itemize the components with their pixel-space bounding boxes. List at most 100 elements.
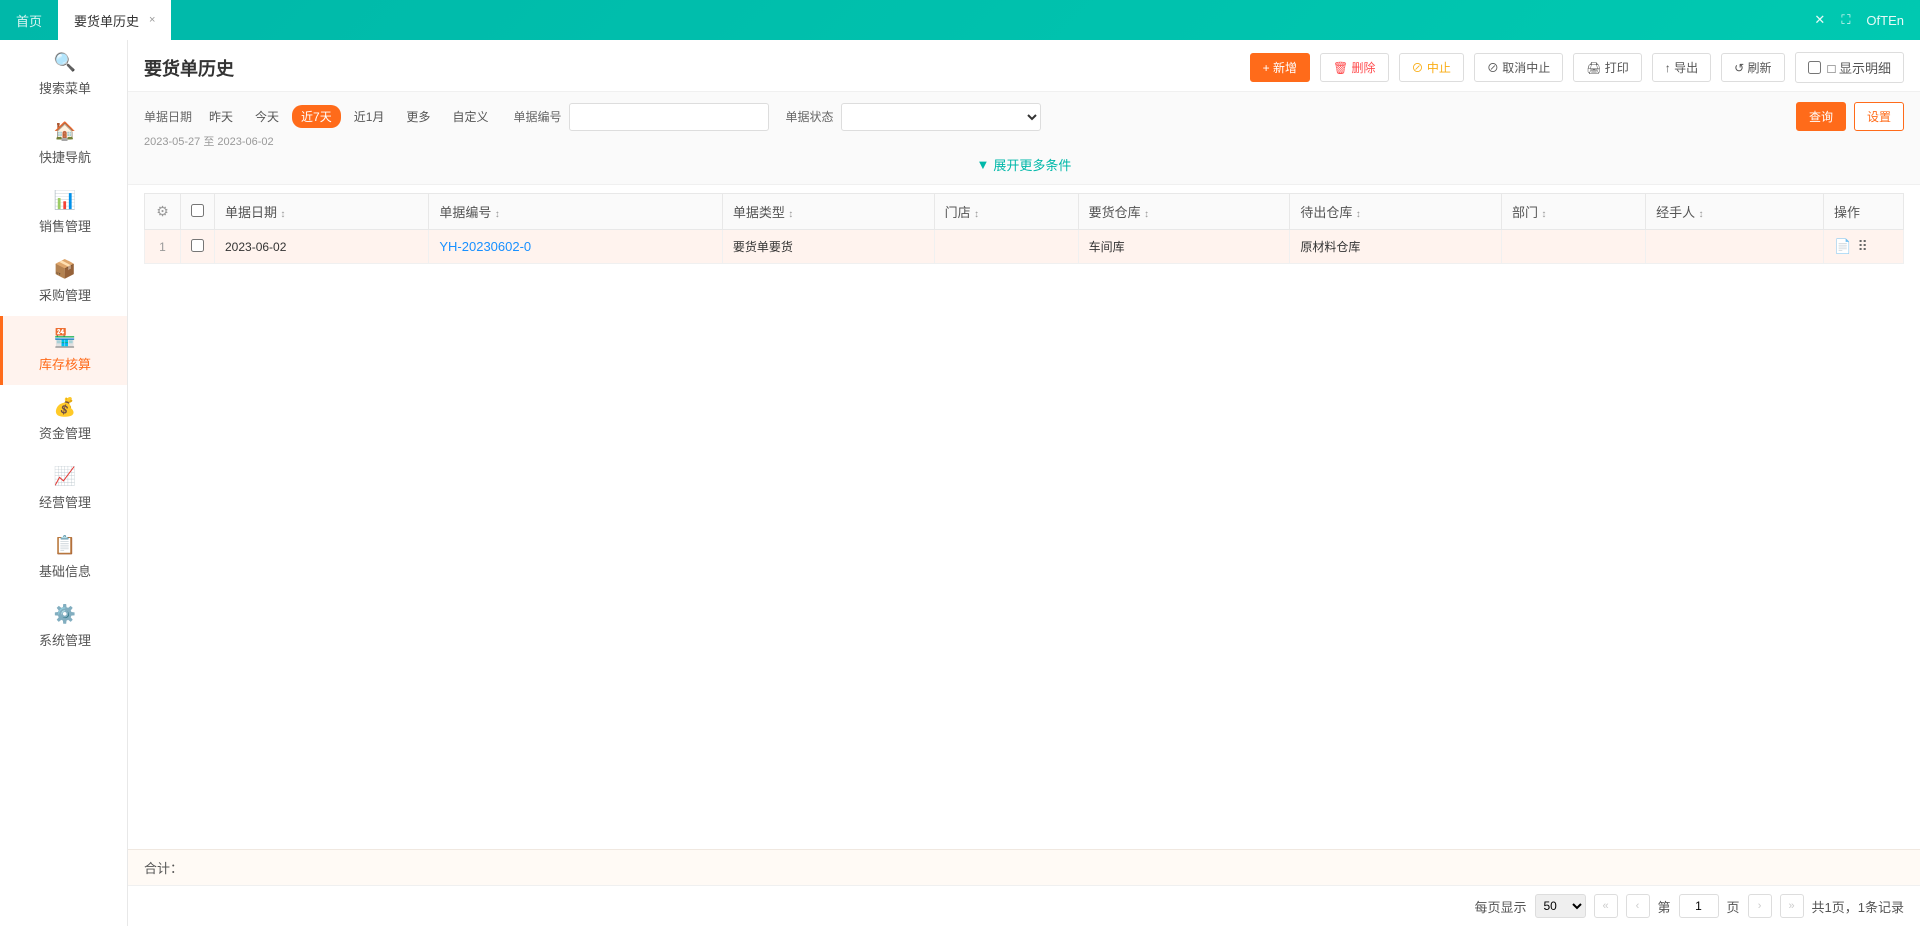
print-button[interactable]: 🖨 打印: [1573, 53, 1642, 82]
sidebar-label-finance: 资金管理: [39, 423, 91, 442]
home-icon: 🏠: [54, 121, 76, 142]
row-actions: 📄 ⠿: [1834, 238, 1893, 255]
row-checkbox[interactable]: [191, 239, 204, 252]
docno-filter-label: 单据编号: [513, 108, 561, 125]
th-doc-type[interactable]: 单据类型: [722, 194, 934, 230]
content-area: 要货单历史 + 新增 🗑 删除 ⊘ 中止 ⊘ 取消中止 🖨 打印 ↑ 导出 ↺ …: [128, 40, 1920, 926]
th-checkbox: [181, 194, 215, 230]
page-label: 第: [1658, 897, 1671, 916]
first-page-button[interactable]: «: [1594, 894, 1618, 918]
cancel-stop-button[interactable]: ⊘ 取消中止: [1474, 53, 1563, 82]
row-edit-icon[interactable]: 📄: [1834, 238, 1851, 255]
sales-icon: 📊: [54, 190, 76, 211]
date-filter-group: 单据日期 昨天 今天 近7天 近1月 更多 自定义: [144, 105, 497, 128]
export-button[interactable]: ↑ 导出: [1652, 53, 1711, 82]
sidebar-item-purchase[interactable]: 📦 采购管理: [0, 247, 127, 316]
show-detail-checkbox[interactable]: [1808, 61, 1821, 74]
sidebar-item-sales[interactable]: 📊 销售管理: [0, 178, 127, 247]
page-number-input[interactable]: [1679, 894, 1719, 918]
docno-input[interactable]: [569, 103, 769, 131]
filter-area: 单据日期 昨天 今天 近7天 近1月 更多 自定义 单据编号: [128, 92, 1920, 185]
page-size-label: 每页显示: [1474, 897, 1526, 916]
row-doc-type: 要货单要货: [722, 230, 934, 264]
column-settings-icon[interactable]: ⚙: [156, 203, 169, 219]
date-btn-custom[interactable]: 自定义: [443, 105, 497, 128]
sidebar-label-basicinfo: 基础信息: [39, 561, 91, 580]
row-pending-warehouse: 原材料仓库: [1290, 230, 1502, 264]
tab-close-icon[interactable]: ×: [149, 14, 155, 26]
row-doc-no[interactable]: YH-20230602-0: [429, 230, 723, 264]
main-layout: 🔍 搜索菜单 🏠 快捷导航 📊 销售管理 📦 采购管理 🏪 库存核算 💰 资金管…: [0, 40, 1920, 926]
tab-home[interactable]: 首页: [0, 0, 58, 40]
date-btn-yesterday[interactable]: 昨天: [200, 105, 242, 128]
page-title: 要货单历史: [144, 55, 234, 81]
tab-requisition-history[interactable]: 要货单历史 ×: [58, 0, 171, 40]
prev-page-button[interactable]: ‹: [1626, 894, 1650, 918]
refresh-button[interactable]: ↺ 刷新: [1721, 53, 1784, 82]
status-filter-group: 单据状态: [785, 103, 1041, 131]
sidebar-item-operations[interactable]: 📈 经营管理: [0, 454, 127, 523]
new-button[interactable]: + 新增: [1250, 53, 1310, 82]
table-footer: 合计：: [128, 849, 1920, 885]
delete-button[interactable]: 🗑 删除: [1320, 53, 1389, 82]
select-all-checkbox[interactable]: [191, 204, 204, 217]
th-req-warehouse[interactable]: 要货仓库: [1078, 194, 1290, 230]
status-select[interactable]: [841, 103, 1041, 131]
toolbar: + 新增 🗑 删除 ⊘ 中止 ⊘ 取消中止 🖨 打印 ↑ 导出 ↺ 刷新 □ 显…: [1250, 52, 1904, 83]
th-doc-no[interactable]: 单据编号: [429, 194, 723, 230]
top-right-icons: ✕ ⛶ OfTEn: [1814, 12, 1920, 28]
date-btn-more[interactable]: 更多: [397, 105, 439, 128]
page-header: 要货单历史 + 新增 🗑 删除 ⊘ 中止 ⊘ 取消中止 🖨 打印 ↑ 导出 ↺ …: [128, 40, 1920, 92]
row-checkbox-cell: [181, 230, 215, 264]
search-icon: 🔍: [54, 52, 76, 73]
th-settings[interactable]: ⚙: [145, 194, 181, 230]
table-area: ⚙ 单据日期 单据编号 单据类型: [128, 185, 1920, 849]
date-range-display: 2023-05-27 至 2023-06-02: [144, 133, 1904, 149]
th-date[interactable]: 单据日期: [215, 194, 429, 230]
tab-requisition-label: 要货单历史: [74, 11, 139, 30]
show-detail-button[interactable]: □ 显示明细: [1795, 52, 1904, 83]
docno-filter-group: 单据编号: [513, 103, 769, 131]
th-pending-warehouse[interactable]: 待出仓库: [1290, 194, 1502, 230]
row-store: [934, 230, 1078, 264]
sidebar-item-quicknav[interactable]: 🏠 快捷导航: [0, 109, 127, 178]
sidebar-item-finance[interactable]: 💰 资金管理: [0, 385, 127, 454]
inventory-icon: 🏪: [54, 328, 76, 349]
sidebar-item-inventory[interactable]: 🏪 库存核算: [0, 316, 127, 385]
settings-button[interactable]: 设置: [1854, 102, 1904, 131]
brand-label: OfTEn: [1866, 13, 1904, 28]
sidebar-label-system: 系统管理: [39, 630, 91, 649]
window-close-icon[interactable]: ✕: [1814, 12, 1825, 28]
row-actions-cell: 📄 ⠿: [1824, 230, 1904, 264]
sidebar-item-system[interactable]: ⚙️ 系统管理: [0, 592, 127, 661]
tab-bar: 首页 要货单历史 ×: [0, 0, 1814, 40]
date-btn-7days[interactable]: 近7天: [292, 105, 341, 128]
operations-icon: 📈: [54, 466, 76, 487]
sidebar-item-basicinfo[interactable]: 📋 基础信息: [0, 523, 127, 592]
doc-no-link[interactable]: YH-20230602-0: [439, 239, 531, 254]
next-page-button[interactable]: ›: [1748, 894, 1772, 918]
total-info: 共1页，1条记录: [1812, 897, 1904, 916]
page-size-select[interactable]: 50 10 20 100: [1535, 894, 1586, 918]
last-page-button[interactable]: »: [1780, 894, 1804, 918]
sidebar: 🔍 搜索菜单 🏠 快捷导航 📊 销售管理 📦 采购管理 🏪 库存核算 💰 资金管…: [0, 40, 128, 926]
query-button[interactable]: 查询: [1796, 102, 1846, 131]
sidebar-label-search: 搜索菜单: [39, 78, 91, 97]
date-btn-today[interactable]: 今天: [246, 105, 288, 128]
basicinfo-icon: 📋: [54, 535, 76, 556]
window-expand-icon[interactable]: ⛶: [1841, 12, 1850, 28]
row-index: 1: [145, 230, 181, 264]
expand-more-button[interactable]: ▼ 展开更多条件: [144, 155, 1904, 174]
data-table: ⚙ 单据日期 单据编号 单据类型: [144, 193, 1904, 264]
sidebar-item-search[interactable]: 🔍 搜索菜单: [0, 40, 127, 109]
th-handler[interactable]: 经手人: [1646, 194, 1824, 230]
pagination: 每页显示 50 10 20 100 « ‹ 第 页 › » 共1页，1条记录: [128, 885, 1920, 926]
stop-button[interactable]: ⊘ 中止: [1399, 53, 1464, 82]
th-department[interactable]: 部门: [1502, 194, 1646, 230]
row-more-icon[interactable]: ⠿: [1857, 238, 1867, 255]
th-store[interactable]: 门店: [934, 194, 1078, 230]
date-btn-1month[interactable]: 近1月: [345, 105, 394, 128]
table-row: 1 2023-06-02 YH-20230602-0 要货单要货 车间库 原材料…: [145, 230, 1904, 264]
tab-home-label: 首页: [16, 11, 42, 30]
row-department: [1502, 230, 1646, 264]
